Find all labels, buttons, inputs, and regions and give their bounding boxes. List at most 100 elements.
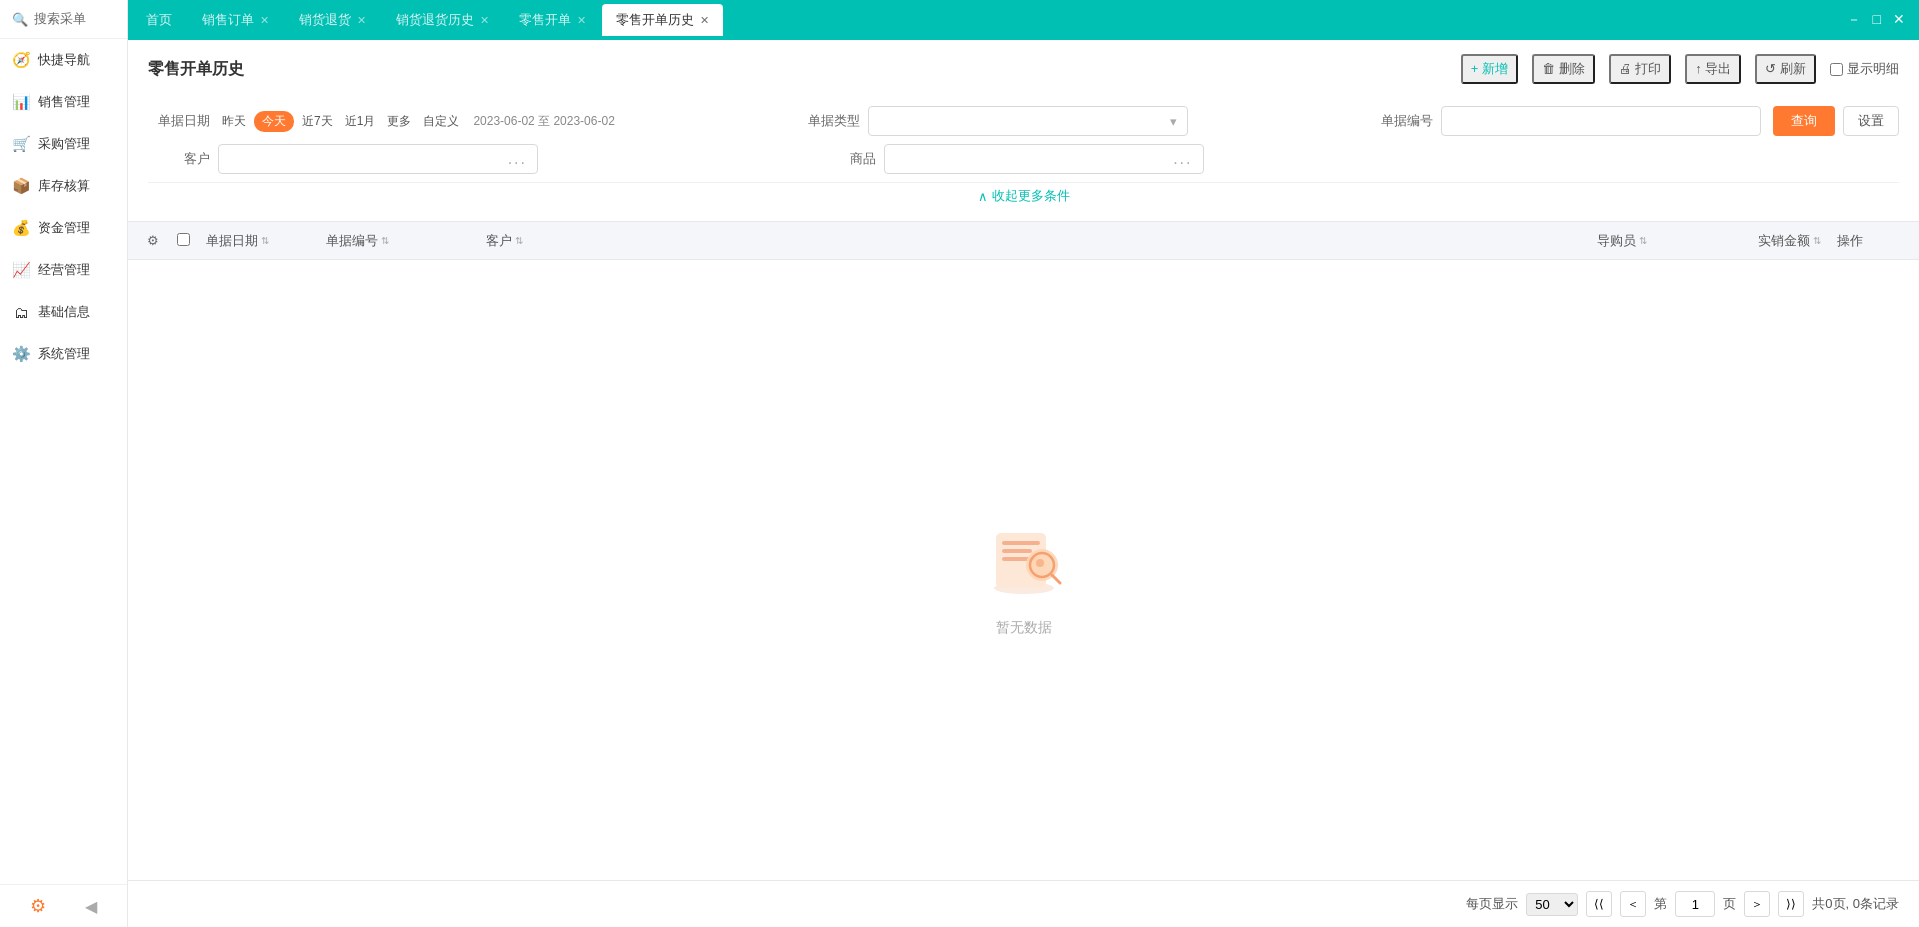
- th-amount-label: 实销金额: [1758, 232, 1810, 250]
- sys-mgmt-icon: ⚙️: [12, 345, 30, 363]
- finance-icon: 💰: [12, 219, 30, 237]
- purchase-mgmt-icon: 🛒: [12, 135, 30, 153]
- tab-sales-return-history[interactable]: 销货退货历史 ✕: [382, 4, 503, 36]
- page-label: 第: [1654, 895, 1667, 913]
- tab-close-sales-return-history[interactable]: ✕: [480, 14, 489, 27]
- goods-label: 商品: [814, 150, 884, 168]
- th-no[interactable]: 单据编号 ⇅: [318, 232, 478, 250]
- display-toggle[interactable]: 显示明细: [1830, 60, 1899, 78]
- delete-button[interactable]: 🗑 删除: [1532, 54, 1595, 84]
- select-all-checkbox-cell: [168, 233, 198, 249]
- add-button[interactable]: + 新增: [1461, 54, 1518, 84]
- empty-text: 暂无数据: [996, 619, 1052, 637]
- sidebar-item-inventory[interactable]: 📦 库存核算: [0, 165, 127, 207]
- main: 首页销售订单✕销货退货✕销货退货历史✕零售开单✕零售开单历史✕ － □ ✕ 零售…: [128, 0, 1919, 927]
- sales-mgmt-label: 销售管理: [38, 93, 90, 111]
- th-date[interactable]: 单据日期 ⇅: [198, 232, 318, 250]
- th-customer-label: 客户: [486, 232, 512, 250]
- sys-mgmt-label: 系统管理: [38, 345, 90, 363]
- close-button[interactable]: ✕: [1893, 11, 1905, 29]
- customer-dots-icon: ...: [508, 150, 527, 168]
- sidebar-search[interactable]: 🔍 搜索采单: [0, 0, 127, 39]
- setting-button[interactable]: 设置: [1843, 106, 1899, 136]
- doc-no-input[interactable]: [1441, 106, 1761, 136]
- refresh-button[interactable]: ↺ 刷新: [1755, 54, 1816, 84]
- maximize-button[interactable]: □: [1873, 11, 1881, 29]
- page-header: 零售开单历史 + 新增 🗑 删除 🖨 打印 ↑ 导出 ↺ 刷新 显示明细 单据日…: [128, 40, 1919, 222]
- th-no-label: 单据编号: [326, 232, 378, 250]
- page-size-label: 每页显示: [1466, 895, 1518, 913]
- tab-close-sales-order[interactable]: ✕: [260, 14, 269, 27]
- doc-type-select[interactable]: ▾: [868, 106, 1188, 136]
- toolbar: + 新增 🗑 删除 🖨 打印 ↑ 导出 ↺ 刷新 显示明细: [1461, 54, 1899, 84]
- date-range: 2023-06-02 至 2023-06-02: [473, 113, 614, 130]
- sidebar-footer: ⚙ ◀: [0, 884, 127, 927]
- customer-label: 客户: [148, 150, 218, 168]
- collapse-sidebar-icon[interactable]: ◀: [85, 897, 97, 916]
- print-button[interactable]: 🖨 打印: [1609, 54, 1672, 84]
- tab-label-sales-return-history: 销货退货历史: [396, 11, 474, 29]
- search-icon: 🔍: [12, 12, 28, 27]
- sidebar-item-quick-nav[interactable]: 🧭 快捷导航: [0, 39, 127, 81]
- last-page-button[interactable]: ⟩⟩: [1778, 891, 1804, 917]
- tab-close-retail-open[interactable]: ✕: [577, 14, 586, 27]
- tab-close-retail-open-history[interactable]: ✕: [700, 14, 709, 27]
- sidebar-item-purchase-mgmt[interactable]: 🛒 采购管理: [0, 123, 127, 165]
- table-container: ⚙ 单据日期 ⇅ 单据编号 ⇅ 客户 ⇅ 导购员 ⇅: [128, 222, 1919, 880]
- date-btn-yesterday[interactable]: 昨天: [218, 111, 250, 132]
- operations-icon: 📈: [12, 261, 30, 279]
- th-customer[interactable]: 客户 ⇅: [478, 232, 1589, 250]
- collapse-label: 收起更多条件: [992, 187, 1070, 205]
- date-btn-more[interactable]: 更多: [383, 111, 415, 132]
- prev-page-button[interactable]: ＜: [1620, 891, 1646, 917]
- empty-state: 暂无数据: [128, 260, 1919, 880]
- sort-icon-date: ⇅: [261, 235, 269, 246]
- next-page-button[interactable]: ＞: [1744, 891, 1770, 917]
- tab-sales-order[interactable]: 销售订单✕: [188, 4, 283, 36]
- finance-label: 资金管理: [38, 219, 90, 237]
- page-size-select[interactable]: 50 100 200: [1526, 893, 1578, 916]
- sidebar-item-operations[interactable]: 📈 经营管理: [0, 249, 127, 291]
- sort-icon-no: ⇅: [381, 235, 389, 246]
- column-settings-icon[interactable]: ⚙: [138, 233, 168, 248]
- tab-bar: 首页销售订单✕销货退货✕销货退货历史✕零售开单✕零售开单历史✕ － □ ✕: [128, 0, 1919, 40]
- tab-retail-open-history[interactable]: 零售开单历史✕: [602, 4, 723, 36]
- date-btn-last_month[interactable]: 近1月: [341, 111, 380, 132]
- settings-icon[interactable]: ⚙: [30, 895, 46, 917]
- pagination: 每页显示 50 100 200 ⟨⟨ ＜ 第 页 ＞ ⟩⟩ 共0页, 0条记录: [128, 880, 1919, 927]
- sidebar-search-label: 搜索采单: [34, 10, 86, 28]
- goods-select[interactable]: ...: [884, 144, 1204, 174]
- chevron-up-icon: ∧: [978, 189, 988, 204]
- page-input[interactable]: [1675, 891, 1715, 917]
- sidebar-item-basic-info[interactable]: 🗂 基础信息: [0, 291, 127, 333]
- page-unit: 页: [1723, 895, 1736, 913]
- customer-select[interactable]: ...: [218, 144, 538, 174]
- date-btn-last7[interactable]: 近7天: [298, 111, 337, 132]
- sidebar-item-sales-mgmt[interactable]: 📊 销售管理: [0, 81, 127, 123]
- export-button[interactable]: ↑ 导出: [1685, 54, 1741, 84]
- th-date-label: 单据日期: [206, 232, 258, 250]
- minimize-button[interactable]: －: [1847, 11, 1861, 29]
- filter-row-date: 单据日期 昨天今天近7天近1月更多自定义 2023-06-02 至 2023-0…: [148, 106, 1899, 136]
- collapse-button[interactable]: ∧ 收起更多条件: [978, 187, 1070, 205]
- operations-label: 经营管理: [38, 261, 90, 279]
- query-button[interactable]: 查询: [1773, 106, 1835, 136]
- sidebar: 🔍 搜索采单 🧭 快捷导航 📊 销售管理 🛒 采购管理 📦 库存核算 💰 资金管…: [0, 0, 128, 927]
- sidebar-item-sys-mgmt[interactable]: ⚙️ 系统管理: [0, 333, 127, 375]
- sidebar-item-finance[interactable]: 💰 资金管理: [0, 207, 127, 249]
- tab-home[interactable]: 首页: [132, 4, 186, 36]
- date-btn-custom[interactable]: 自定义: [419, 111, 463, 132]
- th-amount[interactable]: 实销金额 ⇅: [1709, 232, 1829, 250]
- tab-retail-open[interactable]: 零售开单✕: [505, 4, 600, 36]
- tab-sales-return[interactable]: 销货退货✕: [285, 4, 380, 36]
- tab-close-sales-return[interactable]: ✕: [357, 14, 366, 27]
- sort-icon-amount: ⇅: [1813, 235, 1821, 246]
- select-all-checkbox[interactable]: [177, 233, 190, 246]
- date-btn-today[interactable]: 今天: [254, 111, 294, 132]
- display-checkbox[interactable]: [1830, 63, 1843, 76]
- th-guide[interactable]: 导购员 ⇅: [1589, 232, 1709, 250]
- display-label: 显示明细: [1847, 60, 1899, 78]
- first-page-button[interactable]: ⟨⟨: [1586, 891, 1612, 917]
- date-buttons: 昨天今天近7天近1月更多自定义: [218, 111, 463, 132]
- th-action: 操作: [1829, 232, 1909, 250]
